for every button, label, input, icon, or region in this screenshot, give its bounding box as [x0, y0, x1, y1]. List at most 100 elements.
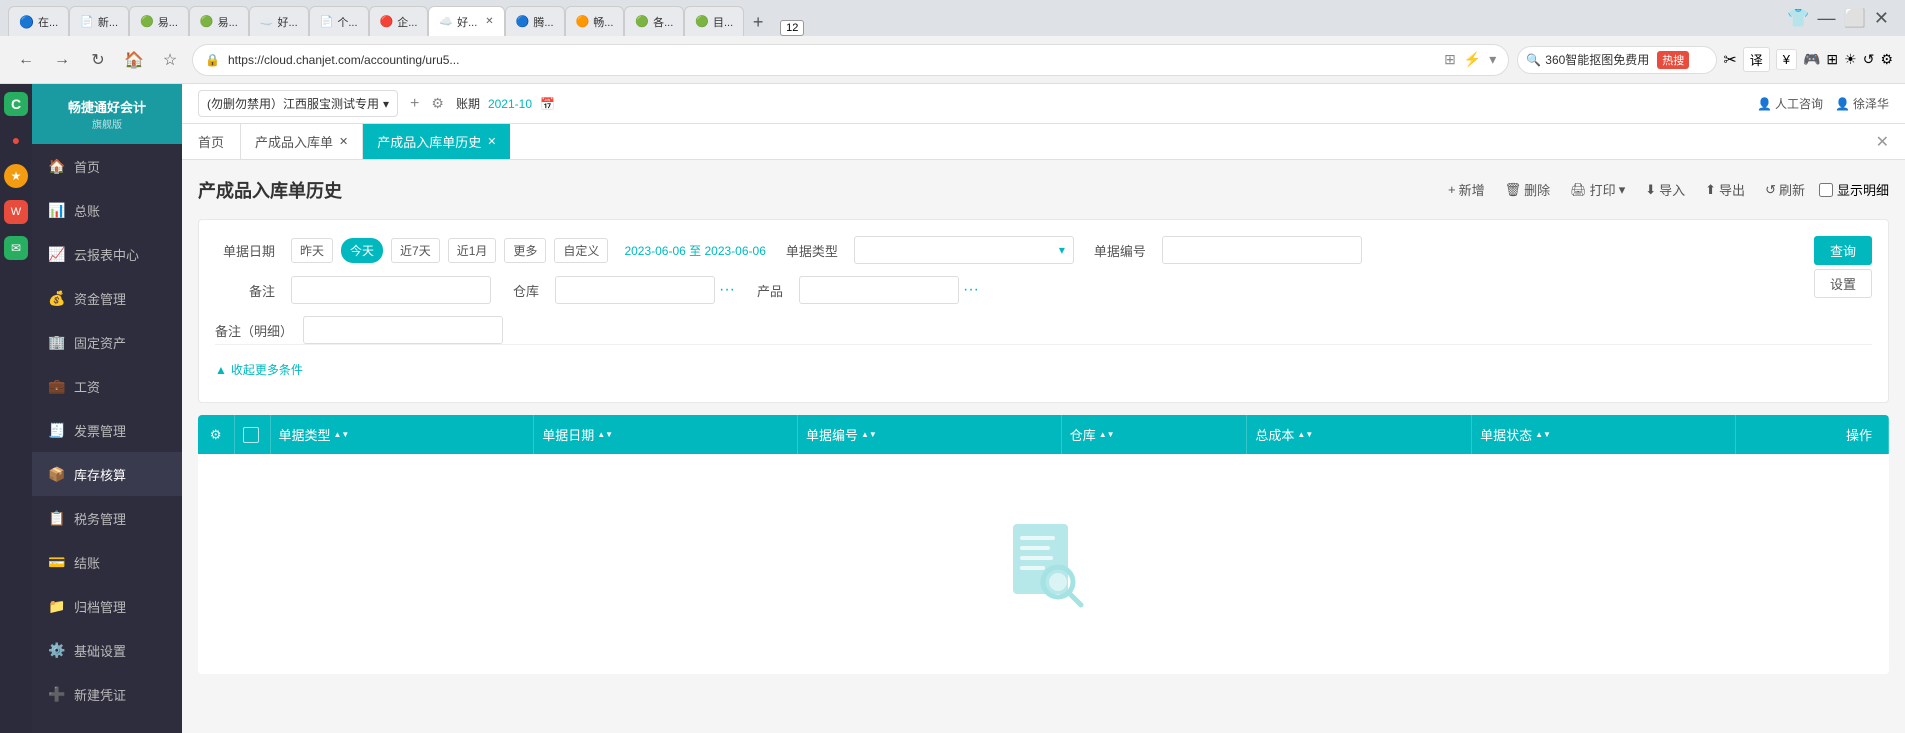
product-dots-btn[interactable]: ···	[963, 281, 979, 299]
sidebar-item-funds[interactable]: 💰 资金管理	[32, 276, 182, 320]
tab-10[interactable]: 🟠 畅...	[565, 6, 625, 36]
period-settings-btn[interactable]: ⚙	[431, 95, 444, 112]
address-grid-icon[interactable]: ⊞	[1444, 51, 1456, 68]
tab-2[interactable]: 📄 新...	[69, 6, 129, 36]
shirt-icon[interactable]: 👕	[1787, 8, 1809, 29]
date-btn-7days[interactable]: 近7天	[391, 238, 440, 263]
date-btn-today[interactable]: 今天	[341, 238, 383, 263]
tab-6[interactable]: 📄 个...	[309, 6, 369, 36]
setting-button[interactable]: 设置	[1814, 269, 1872, 298]
date-btn-custom[interactable]: 自定义	[554, 238, 608, 263]
back-button[interactable]: ←	[12, 46, 40, 74]
sidebar-item-tax[interactable]: 📋 税务管理	[32, 496, 182, 540]
show-detail-checkbox[interactable]	[1819, 183, 1833, 197]
sidebar-item-checkout[interactable]: 💳 结账	[32, 540, 182, 584]
refresh-button[interactable]: ↺ 刷新	[1759, 176, 1811, 203]
company-selector[interactable]: (勿删勿禁用）江西服宝测试专用 ▾	[198, 90, 398, 117]
product-input[interactable]	[799, 276, 959, 304]
sidebar-item-settings[interactable]: ⚙️ 基础设置	[32, 628, 182, 672]
undo-btn[interactable]: ↺	[1863, 51, 1875, 68]
page-tab-list-close[interactable]: ✕	[339, 135, 348, 148]
sidebar-item-inventory[interactable]: 📦 库存核算	[32, 452, 182, 496]
main-panel-close[interactable]: ✕	[1860, 132, 1905, 152]
doc-no-input[interactable]	[1162, 236, 1362, 264]
select-all-checkbox[interactable]	[243, 427, 259, 443]
tab-7[interactable]: 🔴 企...	[369, 6, 429, 36]
sidebar-item-fixed-assets[interactable]: 🏢 固定资产	[32, 320, 182, 364]
th-doc-date[interactable]: 单据日期 ▲▼	[534, 415, 798, 454]
tab-3[interactable]: 🟢 易...	[129, 6, 189, 36]
page-tab-list[interactable]: 产成品入库单 ✕	[240, 124, 362, 159]
new-tab-button[interactable]: +	[744, 8, 772, 36]
bookmark-button[interactable]: ☆	[156, 46, 184, 74]
warehouse-input[interactable]	[555, 276, 715, 304]
tab-11[interactable]: 🟢 各...	[624, 6, 684, 36]
tab-12[interactable]: 🟢 目...	[684, 6, 744, 36]
tab-9[interactable]: 🔵 腾...	[505, 6, 565, 36]
tab-8-close[interactable]: ✕	[485, 16, 493, 27]
translate-btn[interactable]: 译	[1743, 47, 1770, 72]
app-icon-2[interactable]: ★	[4, 164, 28, 188]
user-avatar[interactable]: 👤 徐泽华	[1835, 95, 1889, 112]
delete-button[interactable]: 🗑 删除	[1499, 176, 1557, 203]
th-total-cost[interactable]: 总成本 ▲▼	[1247, 415, 1472, 454]
tab-4[interactable]: 🟢 易...	[189, 6, 249, 36]
th-checkbox[interactable]	[234, 415, 270, 454]
query-button[interactable]: 查询	[1814, 236, 1872, 265]
doc-type-select[interactable]: ▾	[854, 236, 1074, 264]
lightning-icon[interactable]: ⚡	[1464, 51, 1481, 68]
sidebar-item-cloud-reports[interactable]: 📈 云报表中心	[32, 232, 182, 276]
date-btn-1month[interactable]: 近1月	[448, 238, 497, 263]
tab-1[interactable]: 🔵 在...	[8, 6, 69, 36]
calendar-icon[interactable]: 📅	[540, 97, 555, 111]
page-tab-history[interactable]: 产成品入库单历史 ✕	[362, 124, 510, 159]
remark-input[interactable]	[291, 276, 491, 304]
th-doc-type[interactable]: 单据类型 ▲▼	[270, 415, 534, 454]
theme-btn[interactable]: ☀	[1844, 51, 1857, 68]
sidebar-item-invoice[interactable]: 🧾 发票管理	[32, 408, 182, 452]
tab-8-active[interactable]: ☁️ 好... ✕	[428, 6, 504, 36]
detail-remark-input[interactable]	[303, 316, 503, 344]
period-add-btn[interactable]: +	[410, 95, 419, 113]
warehouse-dots-btn[interactable]: ···	[719, 281, 735, 299]
period-value[interactable]: 2021-10	[488, 97, 532, 111]
app-icon-1[interactable]: ●	[4, 128, 28, 152]
scissors-btn[interactable]: ✂	[1723, 50, 1736, 70]
forward-button[interactable]: →	[48, 46, 76, 74]
export-button[interactable]: ⬆ 导出	[1699, 176, 1751, 203]
th-doc-status[interactable]: 单据状态 ▲▼	[1472, 415, 1736, 454]
app-icon-weibo[interactable]: W	[4, 200, 28, 224]
search-box[interactable]: 🔍 360智能抠图免费用 热搜	[1517, 46, 1717, 74]
add-button[interactable]: + 新增	[1442, 176, 1491, 203]
sidebar-item-ledger[interactable]: 📊 总账	[32, 188, 182, 232]
dropdown-icon[interactable]: ▾	[1489, 51, 1496, 68]
sidebar-item-archive[interactable]: 📁 归档管理	[32, 584, 182, 628]
close-button[interactable]: ✕	[1874, 8, 1889, 29]
chanjet-icon[interactable]: C	[4, 92, 28, 116]
date-btn-yesterday[interactable]: 昨天	[291, 238, 333, 263]
th-warehouse[interactable]: 仓库 ▲▼	[1061, 415, 1247, 454]
gear-icon[interactable]: ⚙	[210, 427, 222, 442]
more-btn[interactable]: ⚙	[1880, 51, 1893, 68]
sidebar-item-home[interactable]: 🏠 首页	[32, 144, 182, 188]
currency-btn[interactable]: ¥	[1776, 49, 1797, 70]
sidebar-logo[interactable]: 畅捷通好会计 旗舰版	[32, 84, 182, 144]
th-gear[interactable]: ⚙	[198, 415, 234, 454]
grid-btn[interactable]: ⊞	[1826, 51, 1838, 68]
address-bar[interactable]: 🔒 https://cloud.chanjet.com/accounting/u…	[192, 44, 1509, 76]
game-btn[interactable]: 🎮	[1803, 51, 1820, 68]
date-btn-more[interactable]: 更多	[504, 238, 546, 263]
breadcrumb-home[interactable]: 首页	[182, 124, 240, 159]
sidebar-item-new-voucher[interactable]: ➕ 新建凭证	[32, 672, 182, 716]
print-button[interactable]: 🖨 打印 ▾	[1564, 176, 1631, 203]
reload-button[interactable]: ↻	[84, 46, 112, 74]
show-detail-btn[interactable]: 显示明细	[1819, 180, 1889, 199]
app-icon-mail[interactable]: ✉	[4, 236, 28, 260]
minimize-button[interactable]: —	[1817, 8, 1835, 29]
page-tab-history-close[interactable]: ✕	[487, 135, 496, 148]
home-button[interactable]: 🏠	[120, 46, 148, 74]
import-button[interactable]: ⬇ 导入	[1639, 176, 1691, 203]
collapse-button[interactable]: ▲ 收起更多条件	[215, 361, 1872, 378]
maximize-button[interactable]: ⬜	[1843, 8, 1865, 29]
user-service-btn[interactable]: 👤 人工咨询	[1757, 95, 1823, 112]
